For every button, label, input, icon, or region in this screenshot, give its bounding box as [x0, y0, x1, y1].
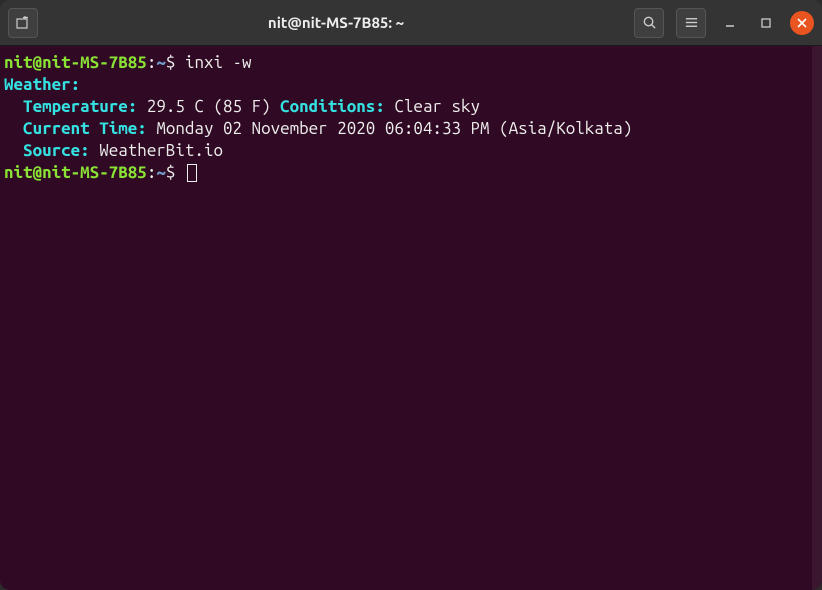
temperature-label: Temperature:	[23, 97, 137, 116]
prompt-userhost: nit@nit-MS-7B85	[4, 53, 147, 72]
conditions-value: Clear sky	[394, 97, 480, 116]
maximize-icon	[760, 17, 772, 29]
search-button[interactable]	[634, 8, 664, 38]
maximize-button[interactable]	[754, 11, 778, 35]
source-label: Source:	[23, 141, 90, 160]
output-time-line: Current Time: Monday 02 November 2020 06…	[4, 118, 818, 140]
command-text: inxi -w	[185, 53, 252, 72]
source-value: WeatherBit.io	[99, 141, 223, 160]
prompt-dollar: $	[166, 163, 176, 182]
minimize-button[interactable]	[718, 11, 742, 35]
close-button[interactable]	[790, 11, 814, 35]
prompt-colon: :	[147, 163, 157, 182]
weather-header: Weather:	[4, 75, 80, 94]
output-source-line: Source: WeatherBit.io	[4, 140, 818, 162]
prompt-dollar: $	[166, 53, 176, 72]
prompt-path: ~	[156, 53, 166, 72]
prompt-line-1: nit@nit-MS-7B85:~$ inxi -w	[4, 52, 818, 74]
titlebar: nit@nit-MS-7B85: ~	[0, 0, 822, 46]
prompt-path: ~	[156, 163, 166, 182]
current-time-value: Monday 02 November 2020 06:04:33 PM (Asi…	[156, 119, 632, 138]
search-icon	[642, 15, 657, 30]
new-tab-button[interactable]	[8, 8, 38, 38]
window-title: nit@nit-MS-7B85: ~	[38, 14, 634, 31]
prompt-userhost: nit@nit-MS-7B85	[4, 163, 147, 182]
conditions-label: Conditions:	[280, 97, 385, 116]
terminal-window: nit@nit-MS-7B85: ~	[0, 0, 822, 590]
prompt-line-2: nit@nit-MS-7B85:~$	[4, 162, 818, 184]
scrollbar[interactable]	[812, 46, 822, 590]
hamburger-icon	[684, 15, 699, 30]
output-temp-line: Temperature: 29.5 C (85 F) Conditions: C…	[4, 96, 818, 118]
close-icon	[797, 18, 807, 28]
menu-button[interactable]	[676, 8, 706, 38]
output-header-line: Weather:	[4, 74, 818, 96]
cursor	[187, 164, 197, 182]
minimize-icon	[724, 17, 736, 29]
terminal-body[interactable]: nit@nit-MS-7B85:~$ inxi -w Weather: Temp…	[0, 46, 822, 590]
prompt-colon: :	[147, 53, 157, 72]
new-tab-icon	[15, 15, 31, 31]
temperature-value: 29.5 C (85 F)	[147, 97, 271, 116]
current-time-label: Current Time:	[23, 119, 147, 138]
